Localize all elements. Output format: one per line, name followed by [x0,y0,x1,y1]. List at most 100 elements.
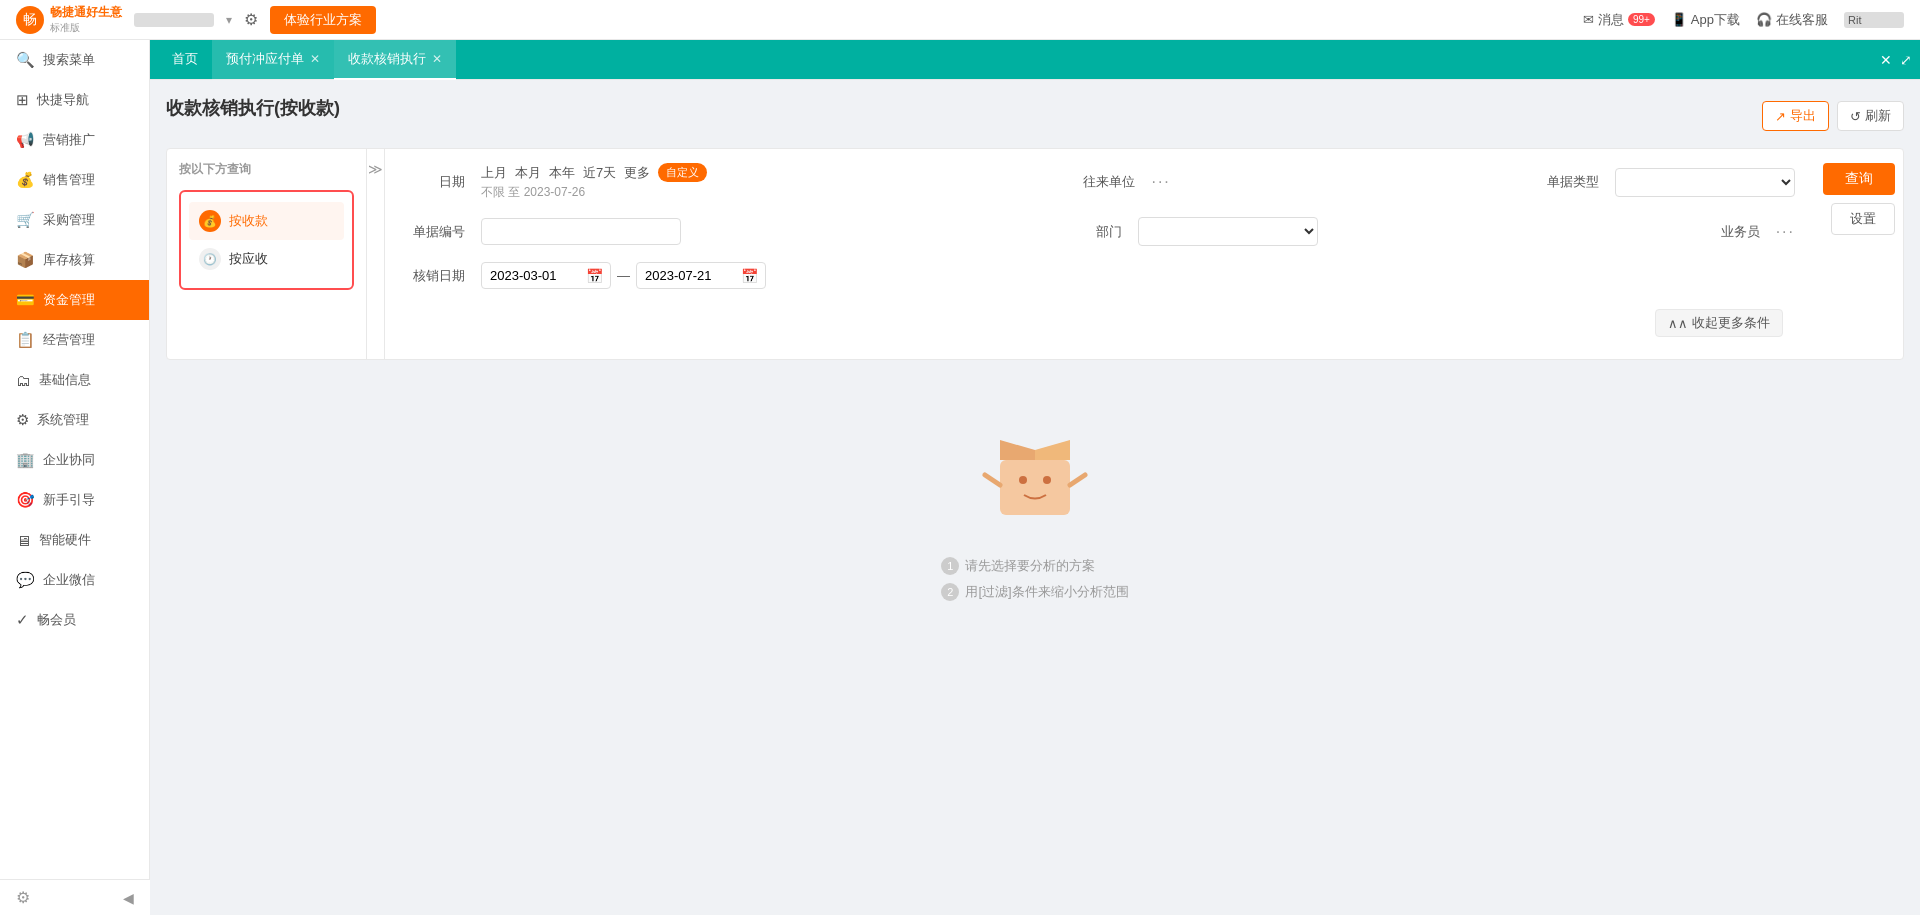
tab-prepay-label: 预付冲应付单 [226,50,304,68]
export-button[interactable]: ↗ 导出 [1762,101,1829,131]
industry-solution-button[interactable]: 体验行业方案 [270,6,376,34]
sidebar-label-member: 畅会员 [37,611,76,629]
receipt-icon: 💰 [199,210,221,232]
logo-text-wrap: 畅捷通好生意 标准版 [50,4,122,35]
collapse-more-row: ∧∧ 收起更多条件 [405,305,1795,345]
sidebar-item-sales[interactable]: 💰 销售管理 [0,160,149,200]
message-badge: 99+ [1628,13,1655,26]
dept-select[interactable] [1138,217,1318,246]
top-bar-left: 畅 畅捷通好生意 标准版 ▾ ⚙ 体验行业方案 [16,4,376,35]
hint-2-text: 用[过滤]条件来缩小分析范围 [965,579,1128,605]
collapse-left-button[interactable]: ≫ [367,149,385,359]
hardware-icon: 🖥 [16,532,31,549]
tab-receipt-close-icon[interactable]: ✕ [432,52,442,66]
counterpart-more-dots[interactable]: ··· [1151,173,1170,191]
sidebar-item-enterprise[interactable]: 🏢 企业协同 [0,440,149,480]
sidebar-label-guide: 新手引导 [43,491,95,509]
step-2-icon: 2 [941,583,959,601]
writeoff-end-input[interactable] [636,262,766,289]
date-7days[interactable]: 近7天 [583,164,616,182]
by-receivable-label: 按应收 [229,250,268,268]
query-button[interactable]: 查询 [1823,163,1895,195]
message-icon: ✉ [1583,12,1594,27]
logo-sub-text: 标准版 [50,21,122,35]
date-last-month[interactable]: 上月 [481,164,507,182]
logo-main-text: 畅捷通好生意 [50,4,122,21]
empty-hint-1: 1 请先选择要分析的方案 [941,553,1128,579]
inventory-icon: 📦 [16,251,35,269]
sidebar-item-purchase[interactable]: 🛒 采购管理 [0,200,149,240]
filter-left: 按以下方查询 💰 按收款 🕐 按应收 [167,149,367,359]
filter-left-title: 按以下方查询 [179,161,354,178]
filter-panel: 按以下方查询 💰 按收款 🕐 按应收 ≫ [166,148,1904,360]
app-download-item[interactable]: 📱 App下载 [1671,11,1740,29]
filter-option-by-receivable[interactable]: 🕐 按应收 [189,240,344,278]
sidebar-item-marketing[interactable]: 📢 营销推广 [0,120,149,160]
sidebar-item-search[interactable]: 🔍 搜索菜单 [0,40,149,80]
enterprise-icon: 🏢 [16,451,35,469]
tab-expand-icon[interactable]: ⤢ [1900,52,1912,68]
finance-icon: 💳 [16,291,35,309]
filter-option-by-receipt[interactable]: 💰 按收款 [189,202,344,240]
wechat-icon: 💬 [16,571,35,589]
sidebar-label-quick: 快捷导航 [37,91,89,109]
sidebar-item-finance[interactable]: 💳 资金管理 [0,280,149,320]
tab-receipt[interactable]: 收款核销执行 ✕ [334,40,456,80]
tab-prepay[interactable]: 预付冲应付单 ✕ [212,40,334,80]
sidebar-label-hardware: 智能硬件 [39,531,91,549]
svg-rect-0 [1000,460,1070,515]
staff-more-dots[interactable]: ··· [1776,223,1795,241]
sidebar-item-quick[interactable]: ⊞ 快捷导航 [0,80,149,120]
empty-text: 1 请先选择要分析的方案 2 用[过滤]条件来缩小分析范围 [941,553,1128,605]
collapse-more-button[interactable]: ∧∧ 收起更多条件 [1655,309,1783,337]
purchase-icon: 🛒 [16,211,35,229]
logo: 畅 畅捷通好生意 标准版 [16,4,122,35]
doc-no-label: 单据编号 [405,223,465,241]
sidebar-label-finance: 资金管理 [43,291,95,309]
sidebar-item-basic[interactable]: 🗂 基础信息 [0,360,149,400]
filter-row-2: 单据编号 部门 业务员 ··· [405,217,1795,246]
tab-receipt-label: 收款核销执行 [348,50,426,68]
tab-home[interactable]: 首页 [158,40,212,80]
message-label: 消息 [1598,11,1624,29]
message-item[interactable]: ✉ 消息 99+ [1583,11,1655,29]
collapse-more-label: 收起更多条件 [1692,314,1770,332]
user-avatar[interactable]: Rit [1844,12,1904,28]
svg-line-3 [985,475,1000,485]
doc-no-input[interactable] [481,218,681,245]
writeoff-start-input[interactable] [481,262,611,289]
sidebar-item-inventory[interactable]: 📦 库存核算 [0,240,149,280]
doc-type-select[interactable] [1615,168,1795,197]
sidebar-item-wechat[interactable]: 💬 企业微信 [0,560,149,600]
settings-gear-icon[interactable]: ⚙ [244,10,258,29]
tab-prepay-close-icon[interactable]: ✕ [310,52,320,66]
sidebar-settings-icon[interactable]: ⚙ [16,888,30,907]
top-bar-right: ✉ 消息 99+ 📱 App下载 🎧 在线客服 Rit [1583,11,1904,29]
sidebar-item-guide[interactable]: 🎯 新手引导 [0,480,149,520]
date-this-year[interactable]: 本年 [549,164,575,182]
tab-bar-actions: ✕ ⤢ [1880,52,1912,68]
date-this-month[interactable]: 本月 [515,164,541,182]
sidebar-collapse-icon[interactable]: ◀ [123,890,134,906]
account-chevron-icon[interactable]: ▾ [226,13,232,27]
sidebar-item-system[interactable]: ⚙ 系统管理 [0,400,149,440]
page-title: 收款核销执行(按收款) [166,96,340,120]
date-more[interactable]: 更多 [624,164,650,182]
refresh-button[interactable]: ↺ 刷新 [1837,101,1904,131]
sidebar-label-marketing: 营销推广 [43,131,95,149]
sidebar-item-hardware[interactable]: 🖥 智能硬件 [0,520,149,560]
search-icon: 🔍 [16,51,35,69]
online-service-item[interactable]: 🎧 在线客服 [1756,11,1828,29]
export-icon: ↗ [1775,109,1786,124]
date-custom-badge[interactable]: 自定义 [658,163,707,182]
sidebar: 🔍 搜索菜单 ⊞ 快捷导航 📢 营销推广 💰 销售管理 🛒 采购管理 📦 库存核… [0,40,150,915]
settings-button[interactable]: 设置 [1831,203,1895,235]
sidebar-item-member[interactable]: ✓ 畅会员 [0,600,149,640]
basic-icon: 🗂 [16,372,31,389]
sidebar-item-operations[interactable]: 📋 经营管理 [0,320,149,360]
counterpart-label: 往来单位 [1075,173,1135,191]
sidebar-label-sales: 销售管理 [43,171,95,189]
tab-close-all-icon[interactable]: ✕ [1880,52,1892,68]
date-range-hint: 不限 至 2023-07-26 [481,184,707,201]
sidebar-label-purchase: 采购管理 [43,211,95,229]
